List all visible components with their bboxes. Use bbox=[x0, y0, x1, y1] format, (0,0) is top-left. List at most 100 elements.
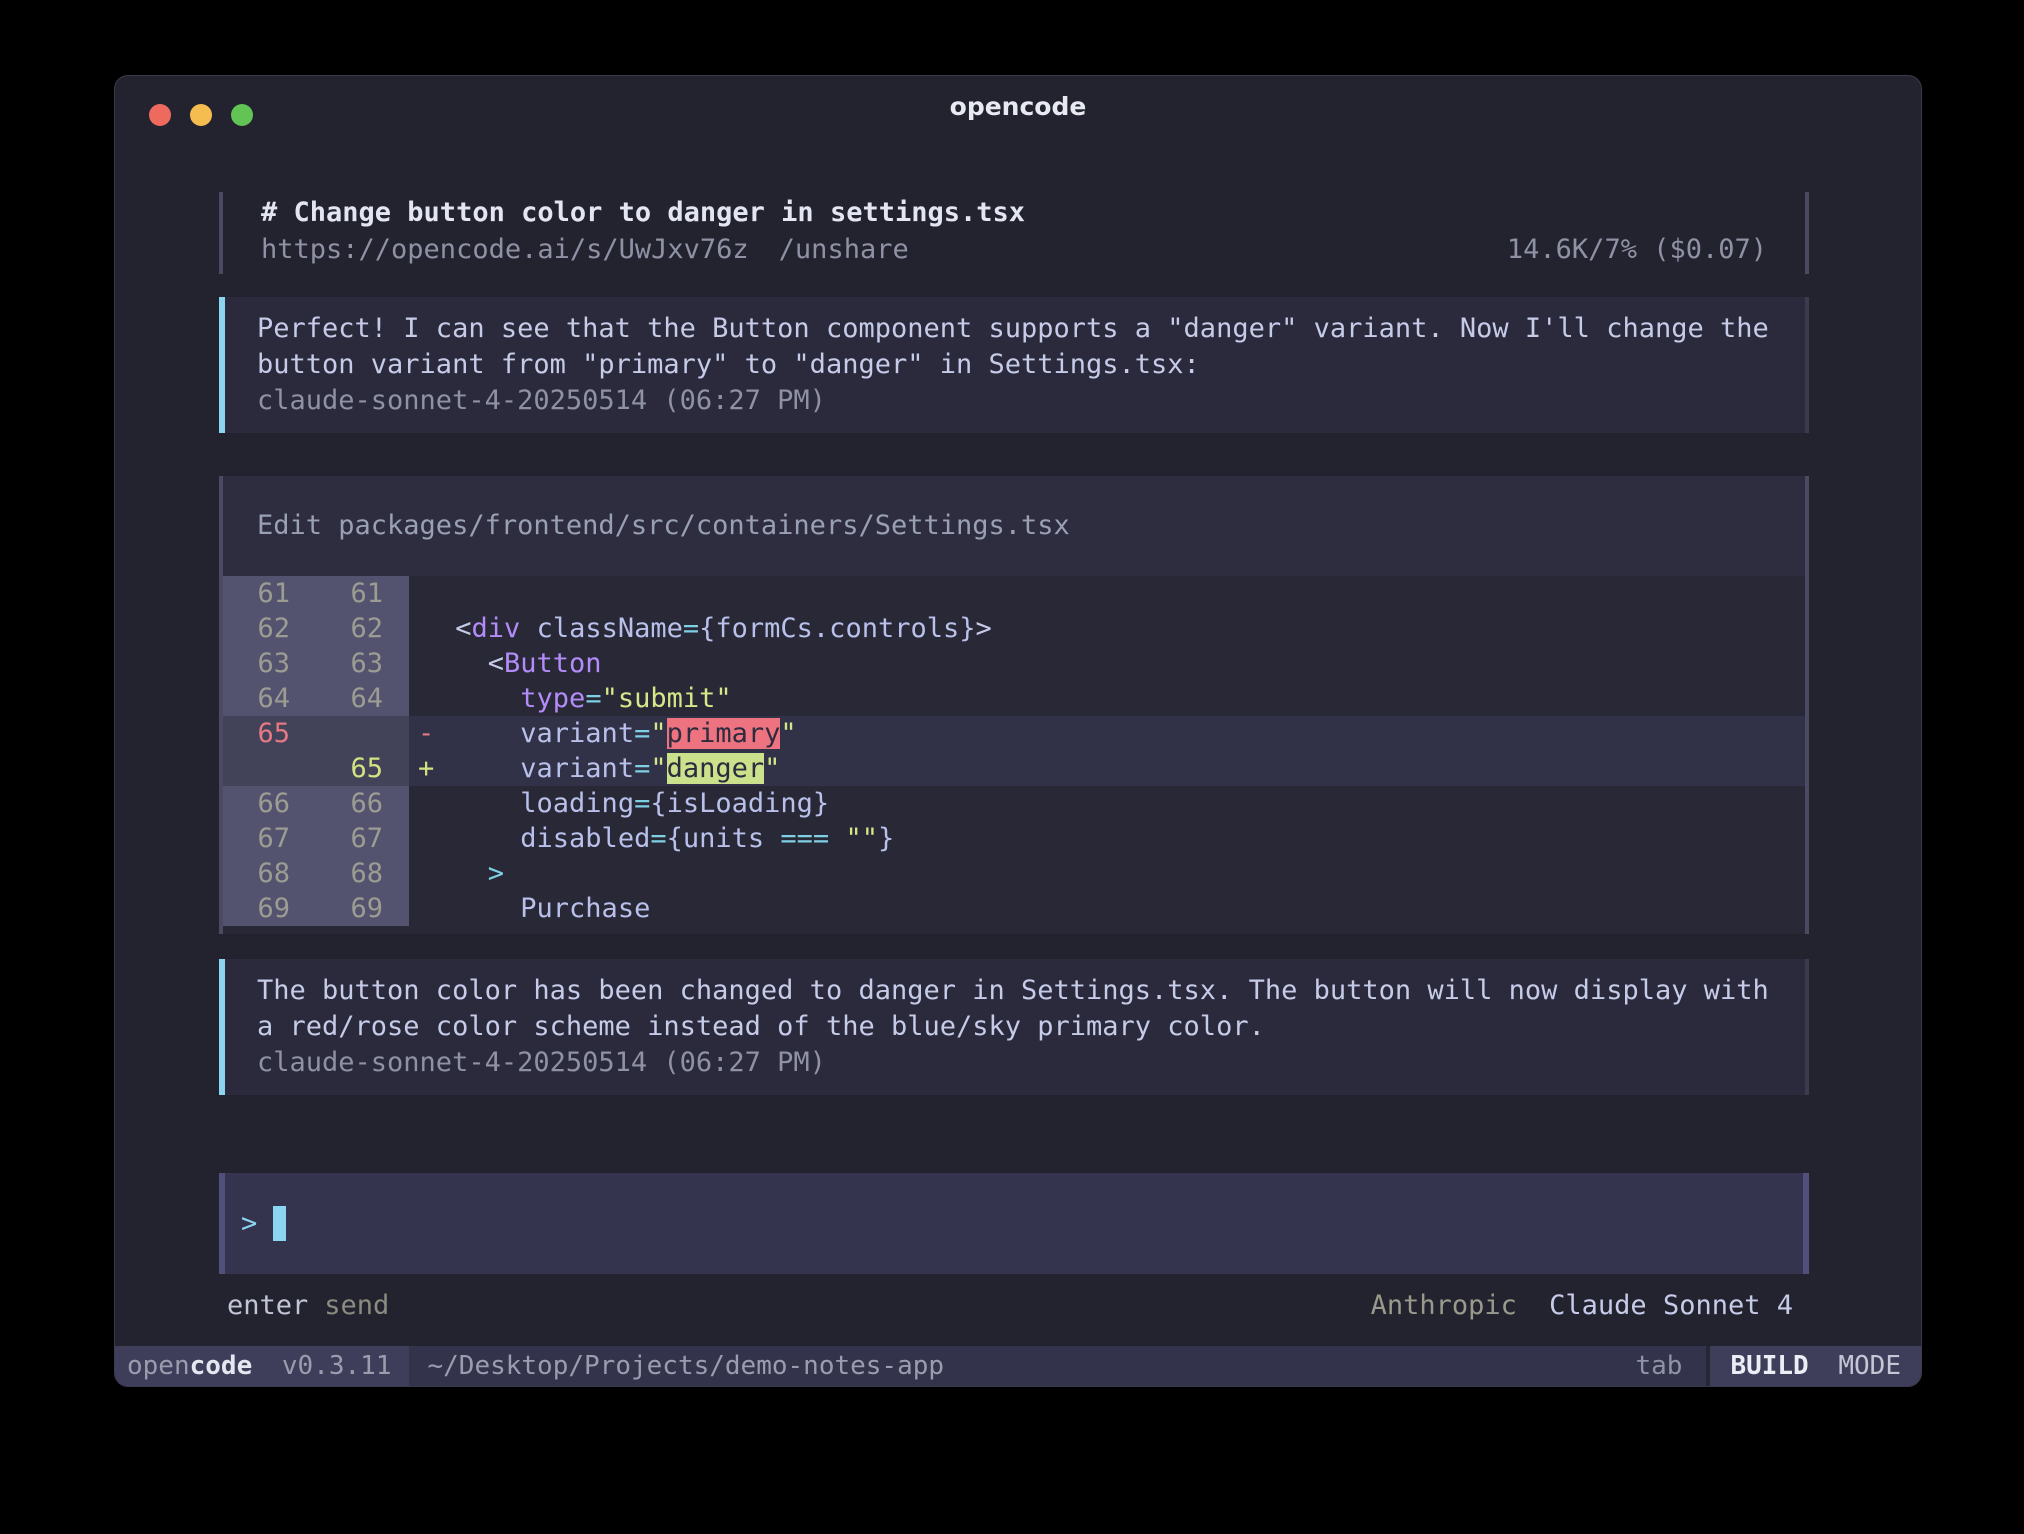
code-token bbox=[520, 613, 536, 644]
working-directory-path: ~/Desktop/Projects/demo-notes-app bbox=[427, 1351, 944, 1381]
code-token: div bbox=[472, 613, 521, 644]
diff-sign bbox=[409, 856, 439, 891]
code-token: {formCs.controls} bbox=[699, 613, 975, 644]
diff-code-line: loading={isLoading} bbox=[439, 786, 1805, 821]
diff-file-header: Edit packages/frontend/src/containers/Se… bbox=[223, 476, 1805, 576]
diff-row: 6161 bbox=[223, 576, 1805, 611]
diff-sign bbox=[409, 646, 439, 681]
diff-row: 6262 <div className={formCs.controls}> bbox=[223, 611, 1805, 646]
diff-row: 6464 type="submit" bbox=[223, 681, 1805, 716]
diff-sign bbox=[409, 786, 439, 821]
session-meta-row: https://opencode.ai/s/UwJxv76z /unshare … bbox=[261, 231, 1767, 268]
new-line-number: 66 bbox=[316, 786, 409, 821]
code-token: === bbox=[780, 823, 829, 854]
diff-sign: - bbox=[409, 716, 439, 751]
mode-toggle-chip[interactable]: BUILD MODE bbox=[1706, 1346, 1921, 1386]
diff-code-line: disabled={units === ""} bbox=[439, 821, 1805, 856]
mode-name: BUILD bbox=[1730, 1351, 1808, 1381]
brand-code-label: code bbox=[190, 1351, 253, 1381]
enter-key-hint: enter bbox=[219, 1288, 308, 1324]
new-line-number: 68 bbox=[316, 856, 409, 891]
model-indicator: Anthropic Claude Sonnet 4 bbox=[1371, 1288, 1809, 1324]
window-titlebar: opencode bbox=[115, 76, 1921, 134]
old-line-number bbox=[223, 751, 316, 786]
code-token: loading bbox=[520, 788, 634, 819]
old-line-number: 61 bbox=[223, 576, 316, 611]
code-token: " bbox=[650, 718, 666, 749]
message-line: button variant from "primary" to "danger… bbox=[257, 347, 1775, 383]
new-line-number: 63 bbox=[316, 646, 409, 681]
code-token bbox=[829, 823, 845, 854]
code-token: Purchase bbox=[520, 893, 650, 924]
diff-code-line: > bbox=[439, 856, 1805, 891]
unshare-command[interactable]: /unshare bbox=[779, 231, 909, 268]
code-token: primary bbox=[667, 718, 781, 749]
new-line-number: 64 bbox=[316, 681, 409, 716]
mode-label: MODE bbox=[1838, 1351, 1901, 1381]
code-token: variant bbox=[520, 718, 634, 749]
diff-sign bbox=[409, 611, 439, 646]
assistant-message: The button color has been changed to dan… bbox=[219, 959, 1809, 1095]
diff-code-line: type="submit" bbox=[439, 681, 1805, 716]
send-hint-label: send bbox=[324, 1288, 389, 1324]
app-version: v0.3.11 bbox=[282, 1351, 392, 1381]
code-token: variant bbox=[520, 753, 634, 784]
diff-code-line: variant="danger" bbox=[439, 751, 1805, 786]
old-line-number: 62 bbox=[223, 611, 316, 646]
brand-open-label: open bbox=[127, 1351, 190, 1381]
old-line-number: 63 bbox=[223, 646, 316, 681]
diff-row: 65 - variant="primary" bbox=[223, 716, 1805, 751]
assistant-message: Perfect! I can see that the Button compo… bbox=[219, 297, 1809, 433]
code-token bbox=[439, 823, 520, 854]
diff-code-line: variant="primary" bbox=[439, 716, 1805, 751]
new-line-number: 61 bbox=[316, 576, 409, 611]
code-token: > bbox=[975, 613, 991, 644]
code-token bbox=[439, 893, 520, 924]
diff-row: 6767 disabled={units === ""} bbox=[223, 821, 1805, 856]
diff-row: 65+ variant="danger" bbox=[223, 751, 1805, 786]
code-token bbox=[439, 788, 520, 819]
text-cursor bbox=[273, 1206, 286, 1241]
code-token bbox=[439, 753, 520, 784]
code-token: = bbox=[585, 683, 601, 714]
code-token: < bbox=[439, 648, 504, 679]
share-url-link[interactable]: https://opencode.ai/s/UwJxv76z bbox=[261, 231, 749, 268]
token-cost-stats: 14.6K/7% ($0.07) bbox=[1507, 231, 1767, 268]
code-token: = bbox=[634, 753, 650, 784]
provider-name: Anthropic bbox=[1371, 1290, 1517, 1321]
code-token: > bbox=[488, 858, 504, 889]
code-token: disabled bbox=[520, 823, 650, 854]
diff-sign bbox=[409, 821, 439, 856]
code-token: = bbox=[634, 718, 650, 749]
message-line: The button color has been changed to dan… bbox=[257, 973, 1775, 1009]
diff-code-line: <div className={formCs.controls}> bbox=[439, 611, 1805, 646]
diff-code-line: Purchase bbox=[439, 891, 1805, 926]
old-line-number: 65 bbox=[223, 716, 316, 751]
message-model-timestamp: claude-sonnet-4-20250514 (06:27 PM) bbox=[257, 383, 1775, 419]
message-line: Perfect! I can see that the Button compo… bbox=[257, 311, 1775, 347]
code-token: = bbox=[634, 788, 650, 819]
code-token bbox=[439, 718, 520, 749]
code-token: className bbox=[537, 613, 683, 644]
diff-sign bbox=[409, 681, 439, 716]
diff-code-line bbox=[439, 576, 1805, 611]
code-token: = bbox=[650, 823, 666, 854]
diff-row: 6868 > bbox=[223, 856, 1805, 891]
diff-code-line: <Button bbox=[439, 646, 1805, 681]
diff-row: 6363 <Button bbox=[223, 646, 1805, 681]
code-token: {units bbox=[667, 823, 781, 854]
old-line-number: 64 bbox=[223, 681, 316, 716]
message-model-timestamp: claude-sonnet-4-20250514 (06:27 PM) bbox=[257, 1045, 1775, 1081]
code-token bbox=[439, 683, 520, 714]
prompt-input[interactable]: > bbox=[219, 1173, 1809, 1274]
status-bar: opencode v0.3.11 ~/Desktop/Projects/demo… bbox=[115, 1346, 1921, 1386]
edit-tool-diff-card: Edit packages/frontend/src/containers/Se… bbox=[219, 476, 1809, 934]
new-line-number: 69 bbox=[316, 891, 409, 926]
code-token: {isLoading} bbox=[650, 788, 829, 819]
new-line-number bbox=[316, 716, 409, 751]
opencode-window: opencode # Change button color to danger… bbox=[114, 75, 1922, 1387]
code-token: danger bbox=[667, 753, 765, 784]
code-token: "" bbox=[845, 823, 878, 854]
new-line-number: 62 bbox=[316, 611, 409, 646]
code-token bbox=[439, 858, 488, 889]
